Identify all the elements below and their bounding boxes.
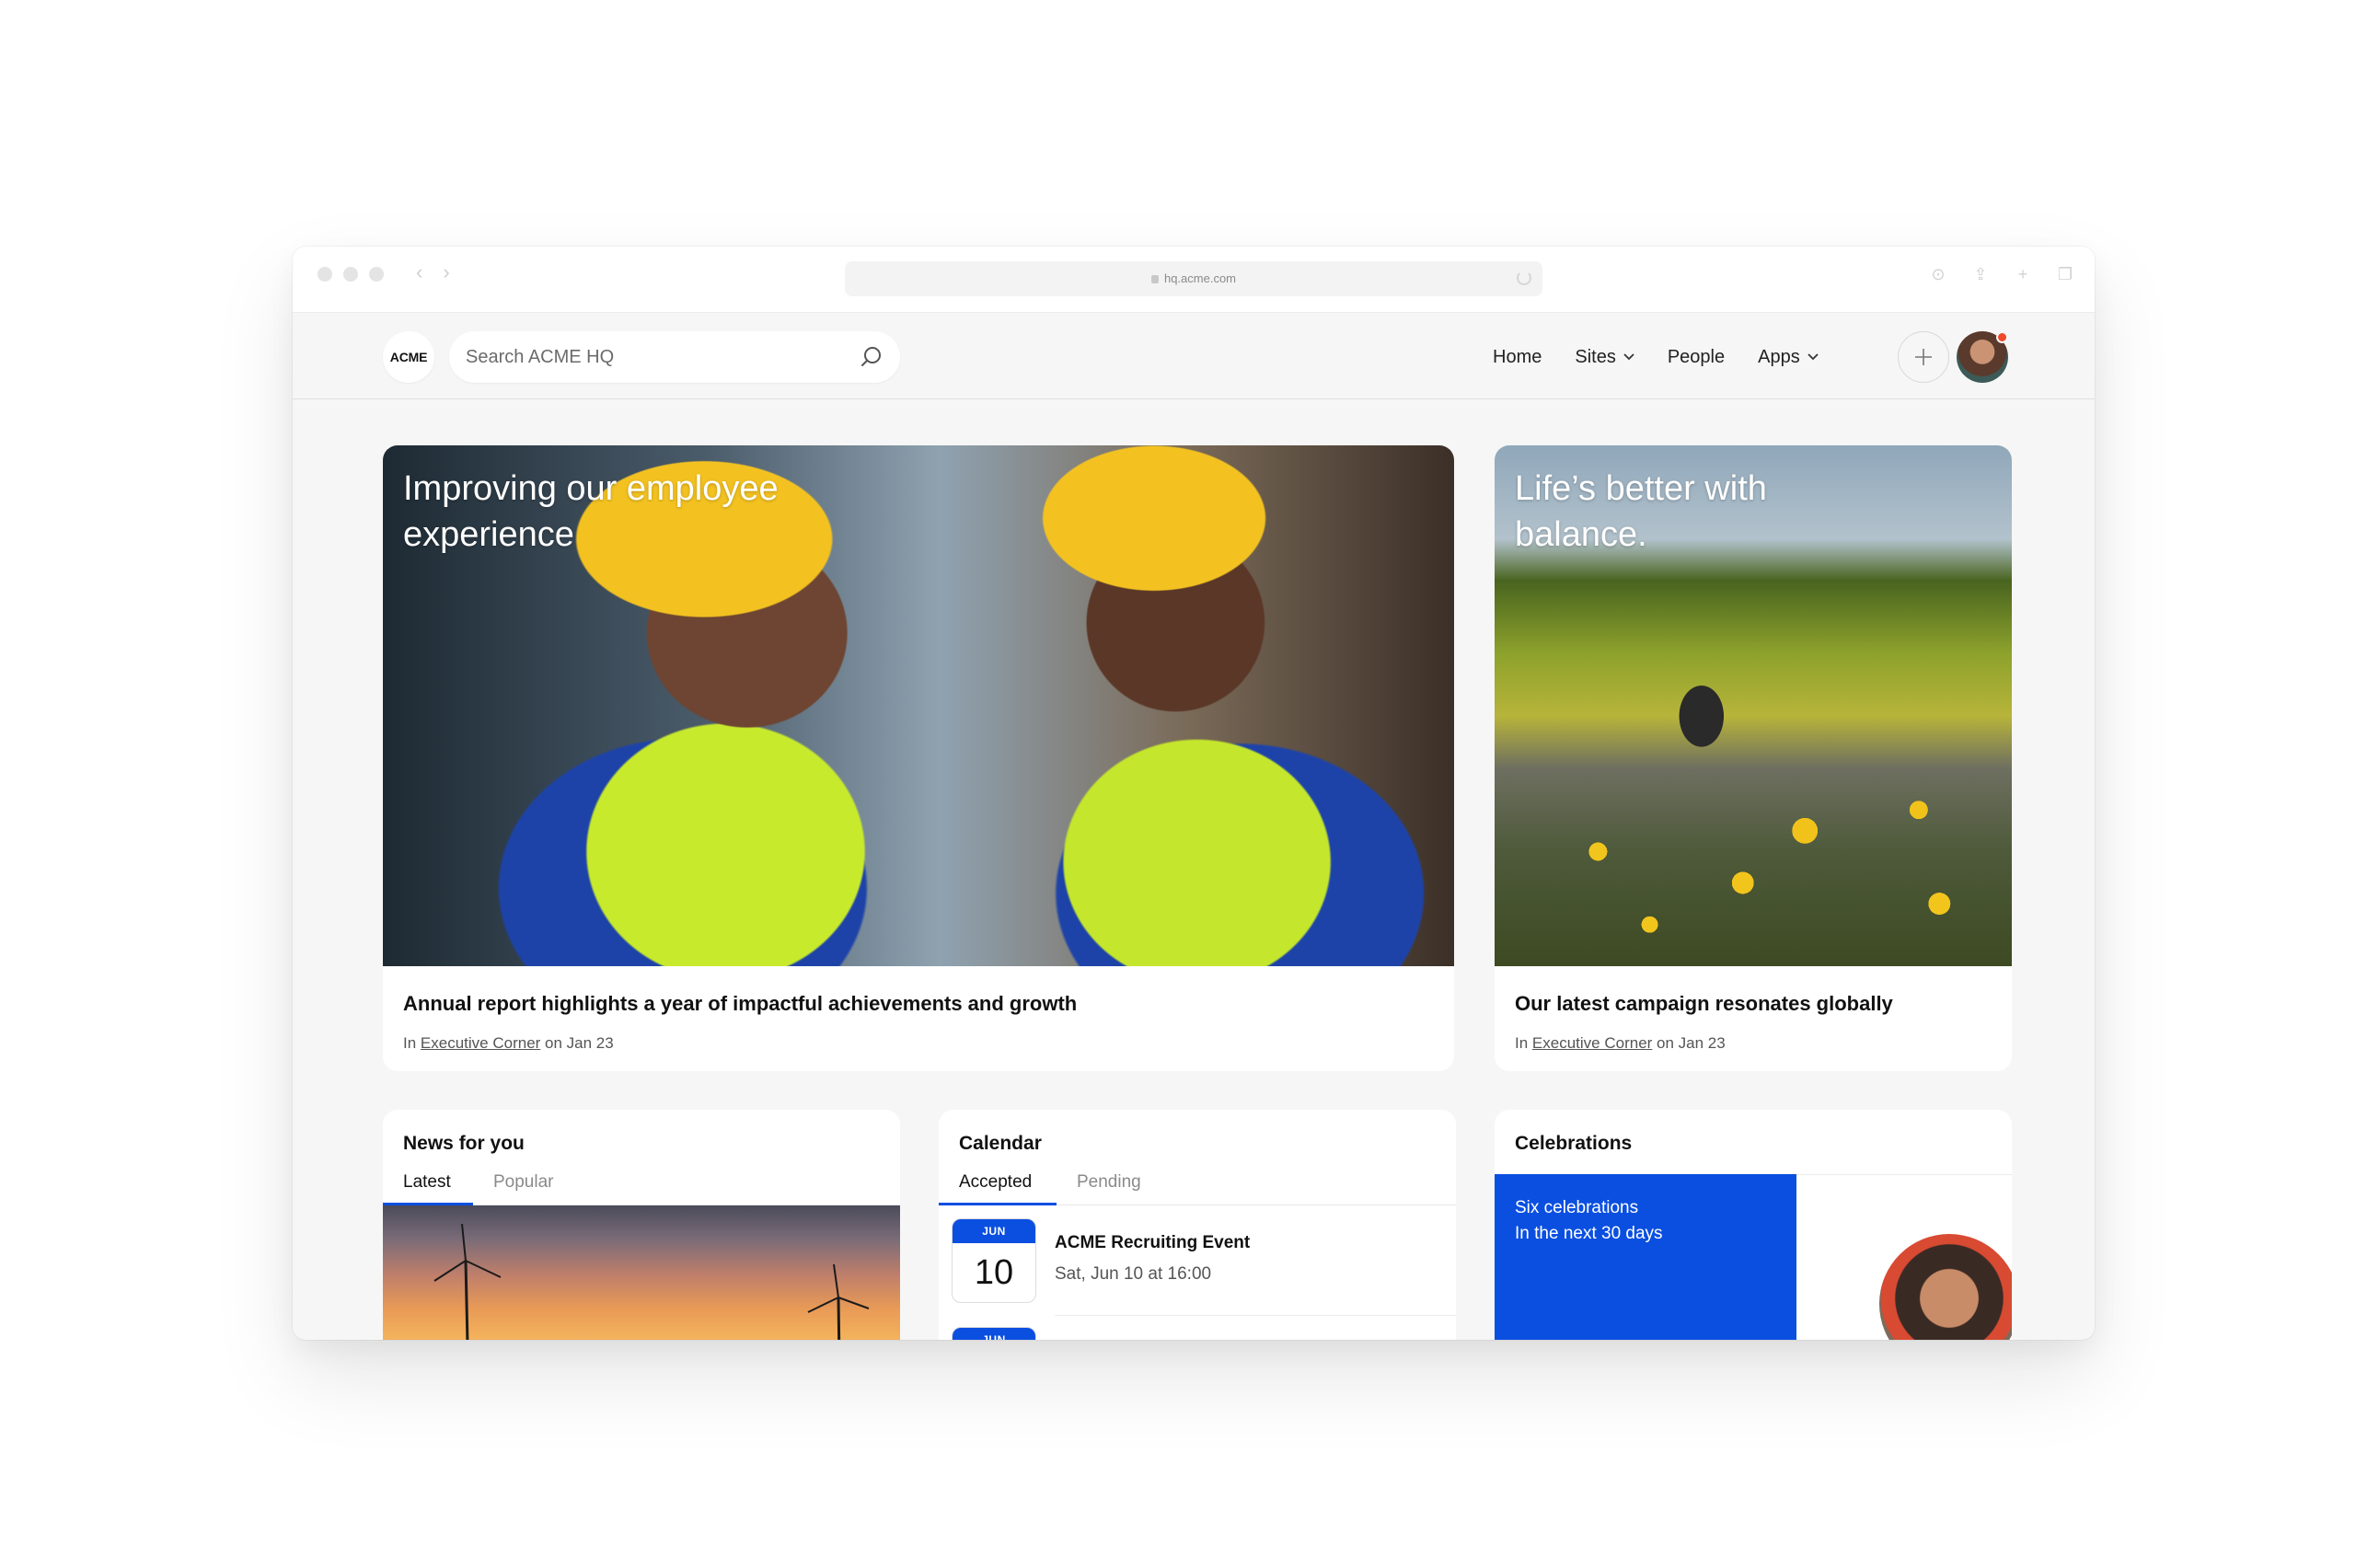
story-meta: In Executive Corner on Jan 23 <box>1515 1034 1726 1053</box>
featured-story-card[interactable]: Improving our employee experience Annual… <box>383 445 1454 1071</box>
news-tabs: Latest Popular <box>383 1165 900 1205</box>
event-month: JUN <box>953 1219 1035 1243</box>
nav-sites[interactable]: Sites <box>1575 347 1634 368</box>
calendar-widget: Calendar Accepted Pending JUN 10 ACME Re… <box>939 1110 1456 1340</box>
back-arrow-icon[interactable]: ‹ <box>416 262 422 282</box>
create-button[interactable] <box>1898 331 1949 383</box>
divider <box>1055 1315 1456 1316</box>
meta-date: on Jan 23 <box>545 1034 614 1052</box>
reload-icon[interactable] <box>1517 271 1531 285</box>
wind-turbines-photo[interactable] <box>383 1205 900 1340</box>
nav-apps[interactable]: Apps <box>1758 347 1819 368</box>
celebrations-summary-panel[interactable]: Six celebrations In the next 30 days <box>1495 1174 1796 1340</box>
search-input[interactable] <box>466 331 834 383</box>
history-navigation: ‹ › <box>416 262 450 282</box>
celebrant-avatar[interactable] <box>1879 1234 2012 1340</box>
share-icon[interactable]: ⇪ <box>1971 265 1990 283</box>
meta-prefix: In <box>403 1034 417 1052</box>
event-title[interactable]: ACME Recruiting Event <box>1055 1233 1250 1253</box>
chevron-down-icon <box>1807 353 1819 361</box>
top-navigation: Home Sites People Apps <box>1493 331 1819 383</box>
user-avatar[interactable] <box>1957 331 2008 383</box>
meta-prefix: In <box>1515 1034 1529 1052</box>
tab-pending[interactable]: Pending <box>1077 1172 1141 1205</box>
browser-window: ‹ › hq.acme.com ⊙ ⇪ + ❐ ACME Home Sites <box>293 247 2095 1340</box>
nav-apps-label: Apps <box>1758 346 1800 367</box>
celebrations-count: Six celebrations <box>1515 1198 1639 1217</box>
close-window-button[interactable] <box>318 267 332 282</box>
date-badge: JUN 10 <box>952 1218 1036 1303</box>
celebrations-period: In the next 30 days <box>1515 1224 1663 1243</box>
tab-accepted[interactable]: Accepted <box>959 1172 1032 1205</box>
tab-popular[interactable]: Popular <box>493 1172 554 1205</box>
lock-icon <box>1150 275 1159 283</box>
event-month: JUN <box>953 1328 1035 1340</box>
notification-dot <box>1996 331 2008 343</box>
forward-arrow-icon[interactable]: › <box>443 262 449 282</box>
nav-people[interactable]: People <box>1668 347 1725 368</box>
plus-icon <box>1915 349 1932 365</box>
wind-turbine-graphic <box>807 1263 870 1340</box>
search-bar[interactable] <box>449 331 900 383</box>
nav-home[interactable]: Home <box>1493 347 1542 368</box>
new-tab-icon[interactable]: + <box>2014 265 2032 283</box>
site-link[interactable]: Executive Corner <box>421 1034 540 1052</box>
calendar-event-row[interactable]: JUN 10 ACME Recruiting Event Sat, Jun 10… <box>939 1205 1456 1340</box>
story-headline[interactable]: Our latest campaign resonates globally <box>1515 992 1893 1016</box>
widget-title: News for you <box>403 1133 525 1154</box>
chevron-down-icon <box>1623 353 1634 361</box>
celebrations-widget: Celebrations Six celebrations In the nex… <box>1495 1110 2012 1340</box>
date-badge: JUN <box>952 1327 1036 1340</box>
zoom-window-button[interactable] <box>369 267 384 282</box>
site-link[interactable]: Executive Corner <box>1532 1034 1652 1052</box>
tab-latest[interactable]: Latest <box>403 1172 451 1205</box>
event-day: 10 <box>974 1253 1014 1292</box>
acme-logo[interactable]: ACME <box>383 331 434 383</box>
nav-sites-label: Sites <box>1575 346 1616 367</box>
widget-title: Celebrations <box>1515 1133 1633 1154</box>
search-icon[interactable] <box>860 345 884 369</box>
hero-overlay-title: Life’s better with balance. <box>1515 469 1767 554</box>
address-bar[interactable]: hq.acme.com <box>845 261 1542 296</box>
wind-turbine-graphic <box>433 1224 502 1340</box>
browser-toolbar: ‹ › hq.acme.com ⊙ ⇪ + ❐ <box>293 247 2095 313</box>
address-url: hq.acme.com <box>1163 271 1237 285</box>
nav-people-label: People <box>1667 346 1726 367</box>
site-header: ACME Home Sites People Apps <box>293 313 2095 399</box>
news-widget: News for you Latest Popular <box>383 1110 900 1340</box>
event-time: Sat, Jun 10 at 16:00 <box>1055 1264 1212 1284</box>
secondary-story-card[interactable]: Life’s better with balance. Our latest c… <box>1495 445 2012 1071</box>
widget-title: Calendar <box>959 1133 1042 1154</box>
browser-actions: ⊙ ⇪ + ❐ <box>1929 265 2074 283</box>
nav-home-label: Home <box>1493 346 1542 367</box>
hero-overlay-title: Improving our employee experience <box>403 469 779 554</box>
minimize-window-button[interactable] <box>343 267 358 282</box>
calendar-tabs: Accepted Pending <box>939 1165 1456 1205</box>
story-headline[interactable]: Annual report highlights a year of impac… <box>403 992 1077 1016</box>
address-text-container: hq.acme.com <box>845 271 1542 285</box>
story-meta: In Executive Corner on Jan 23 <box>403 1034 614 1053</box>
meta-date: on Jan 23 <box>1657 1034 1726 1052</box>
window-controls <box>318 267 384 282</box>
tabs-overview-icon[interactable]: ❐ <box>2056 265 2074 283</box>
download-icon[interactable]: ⊙ <box>1929 265 1947 283</box>
